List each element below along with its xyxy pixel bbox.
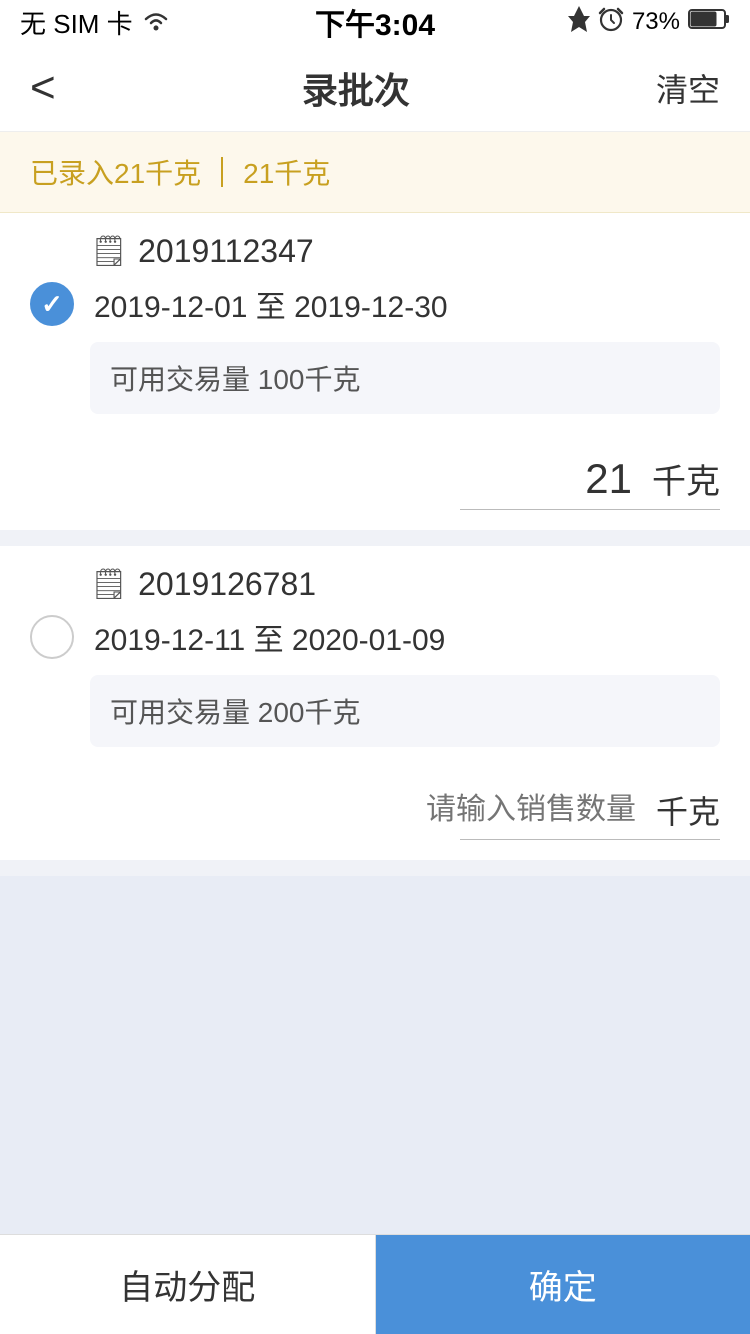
back-button[interactable]: <	[30, 66, 56, 110]
batch-1-date-row: 2019-12-01 至 2019-12-30	[30, 282, 720, 326]
wifi-icon	[141, 7, 171, 38]
status-time: 下午3:04	[315, 0, 435, 44]
status-bar: 无 SIM 卡 下午3:04 73%	[0, 0, 750, 44]
batch-2-available: 可用交易量 200千克	[90, 675, 720, 747]
batch-1-underline	[460, 509, 720, 510]
battery-icon	[688, 8, 730, 37]
batch-1-radio[interactable]	[30, 282, 74, 326]
batch-1-date: 2019-12-01 至 2019-12-30	[94, 282, 448, 326]
content-area: 已录入21千克 21千克 🗒 2019112347 2019-12-01 至 2…	[0, 132, 750, 1322]
footer: 自动分配 确定	[0, 1234, 750, 1334]
battery-text: 73%	[632, 8, 680, 36]
batch-1-header: 🗒 2019112347	[30, 233, 720, 270]
batch-2-qty-input[interactable]	[296, 793, 636, 827]
auto-distribute-button[interactable]: 自动分配	[0, 1235, 376, 1334]
status-left: 无 SIM 卡	[20, 4, 171, 41]
batch-1-qty-row: 21 千克	[0, 434, 750, 503]
confirm-button[interactable]: 确定	[376, 1235, 750, 1334]
nav-bar: < 录批次 清空	[0, 44, 750, 132]
recorded-label: 已录入21千克	[30, 152, 201, 192]
batch-2-underline-wrapper	[0, 833, 750, 860]
batch-2-icon: 🗒	[90, 567, 128, 602]
batch-1-available: 可用交易量 100千克	[90, 342, 720, 414]
carrier-text: 无 SIM 卡	[20, 4, 133, 41]
batch-2-radio[interactable]	[30, 615, 74, 659]
batch-1-icon: 🗒	[90, 234, 128, 269]
batch-2-item: 🗒 2019126781 2019-12-11 至 2020-01-09 可用交…	[0, 546, 750, 767]
batch-1-item: 🗒 2019112347 2019-12-01 至 2019-12-30 可用交…	[0, 213, 750, 434]
info-banner: 已录入21千克 21千克	[0, 132, 750, 213]
batch-2-section: 🗒 2019126781 2019-12-11 至 2020-01-09 可用交…	[0, 546, 750, 860]
batch-2-id: 2019126781	[138, 566, 316, 603]
batch-1-id: 2019112347	[138, 233, 314, 270]
location-icon	[568, 6, 590, 39]
amount-label: 21千克	[243, 152, 330, 192]
batch-1-section: 🗒 2019112347 2019-12-01 至 2019-12-30 可用交…	[0, 213, 750, 530]
batch-1-underline-wrapper	[0, 503, 750, 530]
batch-2-underline	[460, 839, 720, 840]
banner-divider	[221, 157, 223, 187]
section-gap-2	[0, 860, 750, 876]
clear-button[interactable]: 清空	[656, 65, 720, 111]
batch-1-qty-unit: 千克	[652, 454, 720, 503]
batch-2-qty-unit: 千克	[656, 787, 720, 833]
batch-1-qty-value: 21	[585, 455, 632, 503]
batch-2-date-row: 2019-12-11 至 2020-01-09	[30, 615, 720, 659]
alarm-icon	[598, 6, 624, 39]
batch-2-date: 2019-12-11 至 2020-01-09	[94, 615, 445, 659]
status-right: 73%	[568, 6, 730, 39]
batch-2-qty-row: 千克	[0, 767, 750, 833]
section-gap-1	[0, 530, 750, 546]
page-title: 录批次	[302, 62, 410, 114]
batch-2-header: 🗒 2019126781	[30, 566, 720, 603]
